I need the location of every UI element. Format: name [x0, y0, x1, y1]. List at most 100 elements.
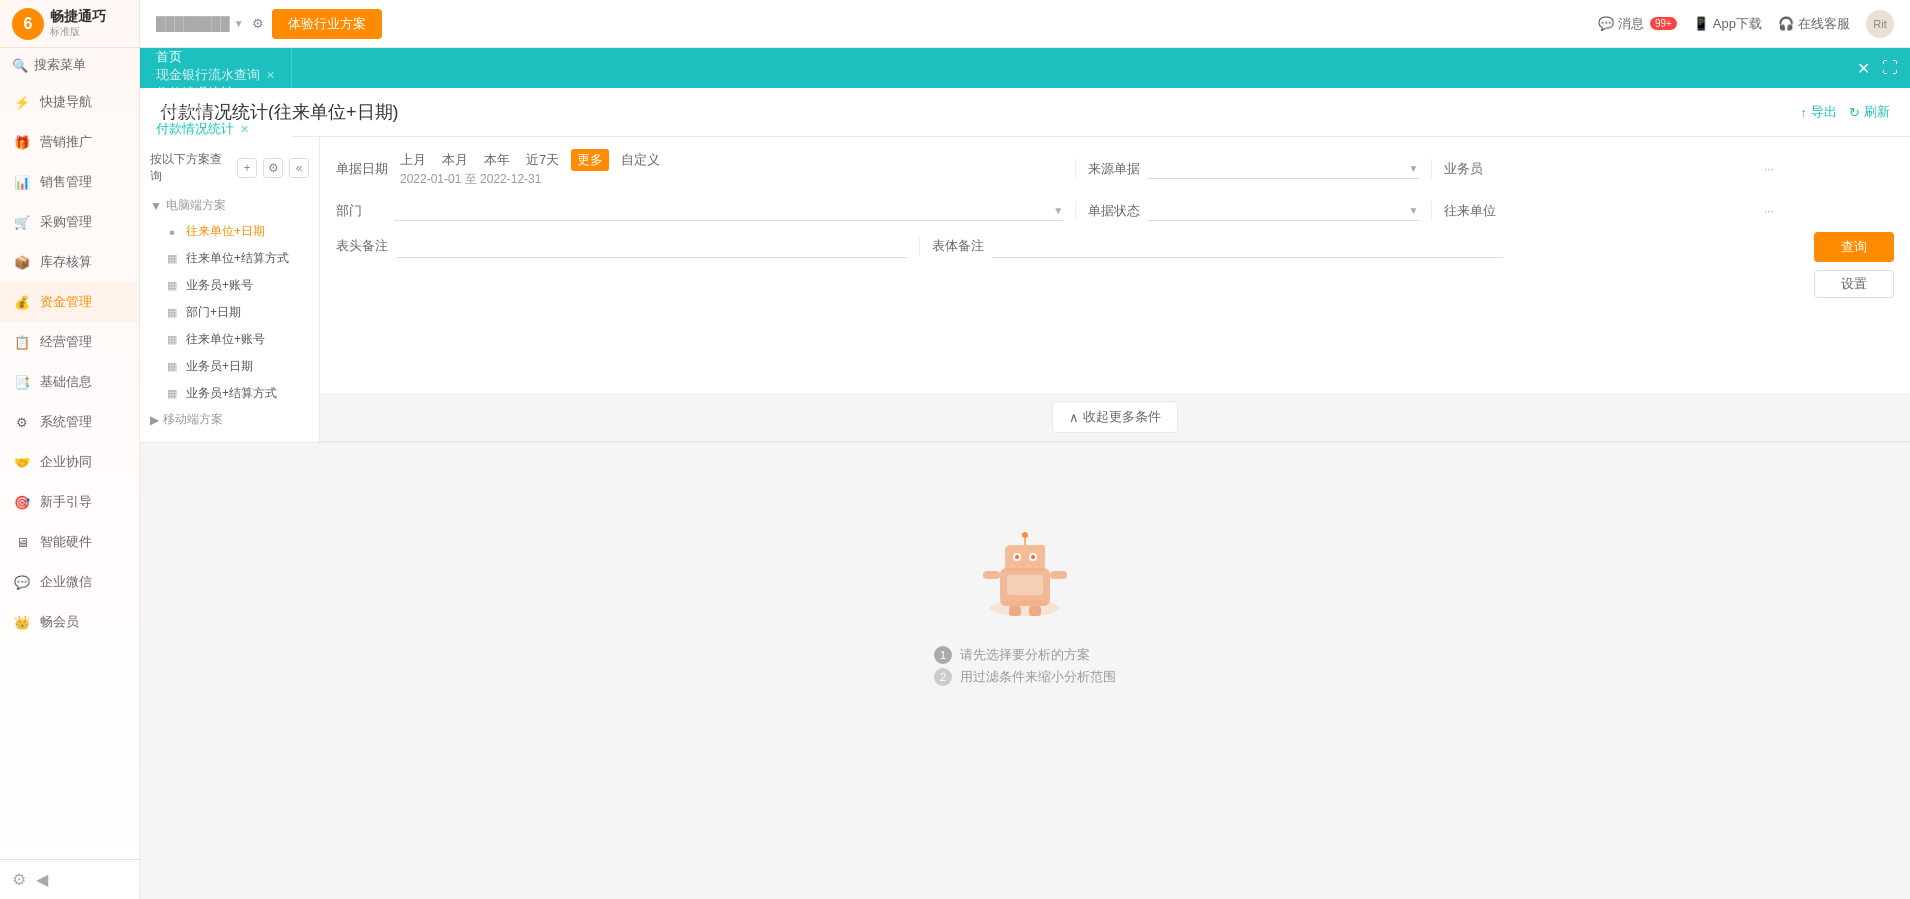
sidebar-item-member[interactable]: 👑 畅会员 [0, 602, 139, 642]
sidebar-icon-ops: 📋 [12, 332, 32, 352]
sidebar-item-marketing[interactable]: 🎁 营销推广 [0, 122, 139, 162]
filter-fields: 单据日期 上月 本月 本年 近7天 更多 自定义 [320, 137, 1790, 393]
empty-steps: 1 请先选择要分析的方案 2 用过滤条件来缩小分析范围 [934, 642, 1116, 690]
main-content: ████████ ▼ ⚙ 体验行业方案 💬 消息 99+ 📱 App下载 🎧 在… [140, 0, 1910, 899]
step-1-text: 请先选择要分析的方案 [960, 646, 1090, 664]
collapse-scheme-btn[interactable]: « [289, 158, 309, 178]
doc-status-select[interactable]: ▼ [1148, 201, 1418, 221]
query-btn[interactable]: 查询 [1814, 232, 1894, 262]
filter-row-2: 部门 ▼ 单据状态 ▼ [336, 200, 1774, 222]
source-doc-select[interactable]: ▼ [1148, 159, 1418, 179]
tab-close-collection-stats[interactable]: ✕ [240, 87, 249, 100]
date-this-year[interactable]: 本年 [480, 149, 514, 171]
scheme-item-staff-date[interactable]: ▦ 业务员+日期 [140, 353, 319, 380]
collapse-conditions-btn[interactable]: ∧ 收起更多条件 [1052, 401, 1178, 433]
date-custom[interactable]: 自定义 [617, 149, 664, 171]
sidebar-icon-wechat: 💬 [12, 572, 32, 592]
body-note-input[interactable] [992, 234, 1503, 258]
sidebar-item-collab[interactable]: 🤝 企业协同 [0, 442, 139, 482]
page-header: 付款情况统计(往来单位+日期) ↑ 导出 ↻ 刷新 [140, 88, 1910, 137]
sidebar-item-quick-nav[interactable]: ⚡ 快捷导航 [0, 82, 139, 122]
mobile-section-label: 移动端方案 [163, 411, 223, 428]
scheme-item-staff-account[interactable]: ▦ 业务员+账号 [140, 272, 319, 299]
scheme-settings-btn[interactable]: ⚙ [263, 158, 283, 178]
sidebar-item-purchase[interactable]: 🛒 采购管理 [0, 202, 139, 242]
sidebar-label-fund: 资金管理 [40, 293, 92, 311]
sidebar-item-hardware[interactable]: 🖥 智能硬件 [0, 522, 139, 562]
scheme-item-dept-date[interactable]: ▦ 部门+日期 [140, 299, 319, 326]
sidebar-icon-sales: 📊 [12, 172, 32, 192]
tab-bar-actions: ✕ ⛶ [1845, 48, 1910, 88]
salesman-more-icon[interactable]: ··· [1764, 162, 1774, 176]
tabs-list: 首页现金银行流水查询✕收款情况统计✕新建方案✕付款情况统计✕ [140, 48, 292, 88]
trial-btn[interactable]: 体验行业方案 [272, 9, 382, 39]
date-last-month[interactable]: 上月 [396, 149, 430, 171]
settings-btn[interactable]: 设置 [1814, 270, 1894, 298]
header-note-input[interactable] [396, 234, 907, 258]
partner-select[interactable]: ··· [1504, 200, 1774, 222]
dept-col: 部门 ▼ [336, 201, 1063, 221]
tab-payment-stats[interactable]: 付款情况统计✕ [140, 120, 292, 138]
collapse-icon: ∧ [1069, 410, 1079, 425]
app-download-btn[interactable]: 📱 App下载 [1693, 15, 1762, 33]
sidebar-icon-fund: 💰 [12, 292, 32, 312]
scheme-item-staff-settlement[interactable]: ▦ 业务员+结算方式 [140, 380, 319, 407]
desktop-schemes: ▼ 电脑端方案 ● 往来单位+日期 ▦ 往来单位+结算方式 ▦ 业务员+账号 ▦… [140, 193, 319, 407]
body-note-label: 表体备注 [932, 237, 984, 255]
sidebar-item-guide[interactable]: 🎯 新手引导 [0, 482, 139, 522]
close-tab-icon[interactable]: ✕ [1857, 59, 1870, 78]
refresh-btn[interactable]: ↻ 刷新 [1849, 103, 1890, 121]
sidebar-item-ops[interactable]: 📋 经营管理 [0, 322, 139, 362]
collapse-sidebar-icon[interactable]: ◀ [36, 870, 48, 889]
sidebar-item-system[interactable]: ⚙ 系统管理 [0, 402, 139, 442]
tab-new-scheme[interactable]: 新建方案✕ [140, 102, 292, 120]
tab-close-payment-stats[interactable]: ✕ [240, 123, 249, 136]
partner-more-icon[interactable]: ··· [1764, 204, 1774, 218]
scheme-icon-staff-account: ▦ [164, 278, 180, 294]
date-more[interactable]: 更多 [571, 149, 609, 171]
scheme-items: ● 往来单位+日期 ▦ 往来单位+结算方式 ▦ 业务员+账号 ▦ 部门+日期 ▦… [140, 218, 319, 407]
sidebar-item-sales[interactable]: 📊 销售管理 [0, 162, 139, 202]
tab-bank-flow[interactable]: 现金银行流水查询 ✕ [140, 66, 292, 84]
desktop-section-title[interactable]: ▼ 电脑端方案 [140, 193, 319, 218]
sidebar-label-ops: 经营管理 [40, 333, 92, 351]
empty-step-2: 2 用过滤条件来缩小分析范围 [934, 668, 1116, 686]
notification-badge: 99+ [1650, 17, 1677, 30]
sidebar-item-inventory[interactable]: 📦 库存核算 [0, 242, 139, 282]
notification-btn[interactable]: 💬 消息 99+ [1598, 15, 1677, 33]
tab-close-new-scheme[interactable]: ✕ [214, 105, 223, 118]
sidebar-item-basic[interactable]: 📑 基础信息 [0, 362, 139, 402]
sidebar-bottom: ⚙ ◀ [0, 859, 139, 899]
scheme-item-partner-account[interactable]: ▦ 往来单位+账号 [140, 326, 319, 353]
tab-home[interactable]: 首页 [140, 48, 292, 66]
scheme-label-staff-date: 业务员+日期 [186, 358, 253, 375]
scheme-item-partner-date[interactable]: ● 往来单位+日期 [140, 218, 319, 245]
sidebar-logo: 6 畅捷通巧 标准版 [0, 0, 139, 48]
customer-service-btn[interactable]: 🎧 在线客服 [1778, 15, 1850, 33]
date-this-month[interactable]: 本月 [438, 149, 472, 171]
scheme-icon-dept-date: ▦ [164, 305, 180, 321]
export-btn[interactable]: ↑ 导出 [1801, 103, 1838, 121]
sidebar-item-wechat[interactable]: 💬 企业微信 [0, 562, 139, 602]
app-download-label: App下载 [1713, 15, 1762, 33]
settings-bottom-icon[interactable]: ⚙ [12, 870, 26, 889]
salesman-select[interactable]: ··· [1502, 158, 1774, 180]
sidebar-search[interactable]: 🔍 搜索菜单 [0, 48, 139, 82]
date-last-7[interactable]: 近7天 [522, 149, 563, 171]
expand-tab-icon[interactable]: ⛶ [1882, 59, 1898, 77]
tab-close-bank-flow[interactable]: ✕ [266, 69, 275, 82]
header-settings-icon[interactable]: ⚙ [252, 16, 264, 31]
dept-select[interactable]: ▼ [394, 201, 1063, 221]
sidebar-item-fund[interactable]: 💰 资金管理 [0, 282, 139, 322]
tab-label-bank-flow: 现金银行流水查询 [156, 66, 260, 84]
sidebar: 6 畅捷通巧 标准版 🔍 搜索菜单 ⚡ 快捷导航 🎁 营销推广 📊 销售管理 🛒… [0, 0, 140, 899]
mobile-section-title[interactable]: ▶ 移动端方案 [140, 407, 319, 432]
source-doc-col: 来源单据 ▼ [1088, 159, 1418, 179]
add-scheme-btn[interactable]: + [237, 158, 257, 178]
tab-collection-stats[interactable]: 收款情况统计✕ [140, 84, 292, 102]
company-selector[interactable]: ████████ ▼ [156, 16, 244, 31]
dept-label: 部门 [336, 202, 386, 220]
scheme-item-partner-settlement[interactable]: ▦ 往来单位+结算方式 [140, 245, 319, 272]
user-avatar[interactable]: Rit [1866, 10, 1894, 38]
filter-row-3: 表头备注 表体备注 [336, 234, 1774, 258]
